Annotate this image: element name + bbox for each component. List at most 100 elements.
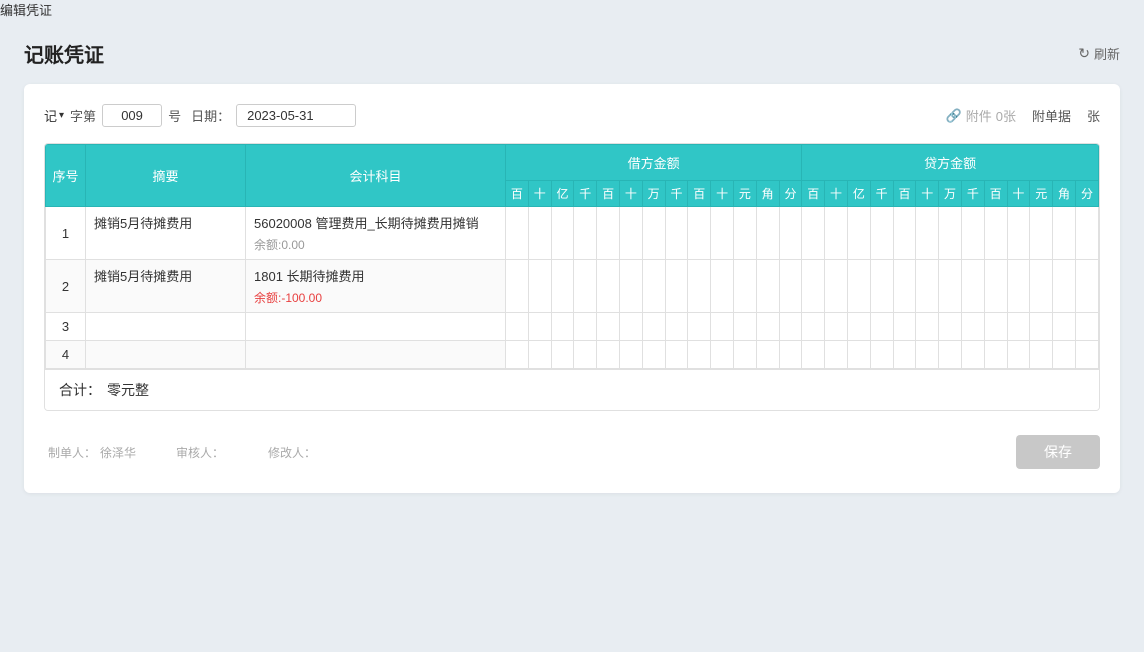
credit-digit-cell[interactable] [1053,313,1076,341]
credit-digit-cell[interactable] [916,313,939,341]
debit-digit-cell[interactable] [733,313,756,341]
credit-digit-cell[interactable] [1075,207,1098,260]
debit-digit-cell[interactable] [619,207,642,260]
debit-digit-cell[interactable] [528,313,551,341]
account-cell[interactable]: 56020008 管理费用_长期待摊费用摊销余额:0.00 [246,207,506,260]
debit-digit-cell[interactable] [551,260,574,313]
account-cell[interactable]: 1801 长期待摊费用余额:-100.00 [246,260,506,313]
debit-digit-cell[interactable] [619,313,642,341]
debit-digit-cell[interactable] [711,260,734,313]
credit-digit-cell[interactable] [1030,260,1053,313]
credit-digit-cell[interactable] [893,260,916,313]
debit-digit-cell[interactable] [711,207,734,260]
debit-digit-cell[interactable] [574,260,597,313]
credit-digit-cell[interactable] [1007,207,1030,260]
credit-digit-cell[interactable] [870,260,893,313]
credit-digit-cell[interactable] [870,341,893,369]
debit-digit-cell[interactable] [756,260,779,313]
credit-digit-cell[interactable] [870,313,893,341]
credit-digit-cell[interactable] [961,260,984,313]
credit-digit-cell[interactable] [893,207,916,260]
voucher-type-dropdown[interactable]: 记 ▾ [44,106,64,125]
credit-digit-cell[interactable] [1007,341,1030,369]
credit-digit-cell[interactable] [939,313,962,341]
credit-digit-cell[interactable] [916,341,939,369]
credit-digit-cell[interactable] [847,341,870,369]
account-cell[interactable] [246,341,506,369]
credit-digit-cell[interactable] [1053,260,1076,313]
debit-digit-cell[interactable] [551,207,574,260]
debit-digit-cell[interactable] [528,260,551,313]
credit-digit-cell[interactable] [984,207,1007,260]
credit-digit-cell[interactable] [802,207,825,260]
debit-digit-cell[interactable] [756,341,779,369]
table-row[interactable]: 4 [46,341,1099,369]
summary-cell[interactable]: 摊销5月待摊费用 [86,207,246,260]
credit-digit-cell[interactable] [825,260,848,313]
credit-digit-cell[interactable] [1075,260,1098,313]
summary-cell[interactable]: 摊销5月待摊费用 [86,260,246,313]
credit-digit-cell[interactable] [1030,313,1053,341]
debit-digit-cell[interactable] [551,313,574,341]
credit-digit-cell[interactable] [939,260,962,313]
credit-digit-cell[interactable] [802,260,825,313]
debit-digit-cell[interactable] [551,341,574,369]
debit-digit-cell[interactable] [574,341,597,369]
table-row[interactable]: 1摊销5月待摊费用56020008 管理费用_长期待摊费用摊销余额:0.00 [46,207,1099,260]
credit-digit-cell[interactable] [984,313,1007,341]
debit-digit-cell[interactable] [711,313,734,341]
credit-digit-cell[interactable] [961,207,984,260]
debit-digit-cell[interactable] [506,313,529,341]
debit-digit-cell[interactable] [574,207,597,260]
credit-digit-cell[interactable] [984,260,1007,313]
debit-digit-cell[interactable] [597,341,620,369]
debit-digit-cell[interactable] [619,260,642,313]
debit-digit-cell[interactable] [619,341,642,369]
debit-digit-cell[interactable] [665,341,688,369]
credit-digit-cell[interactable] [1030,207,1053,260]
debit-digit-cell[interactable] [665,313,688,341]
credit-digit-cell[interactable] [893,341,916,369]
credit-digit-cell[interactable] [1007,260,1030,313]
credit-digit-cell[interactable] [984,341,1007,369]
debit-digit-cell[interactable] [528,341,551,369]
debit-digit-cell[interactable] [733,341,756,369]
credit-digit-cell[interactable] [1075,341,1098,369]
credit-digit-cell[interactable] [847,313,870,341]
debit-digit-cell[interactable] [506,341,529,369]
credit-digit-cell[interactable] [802,341,825,369]
debit-digit-cell[interactable] [642,260,665,313]
debit-digit-cell[interactable] [779,341,802,369]
credit-digit-cell[interactable] [1075,313,1098,341]
credit-digit-cell[interactable] [916,207,939,260]
debit-digit-cell[interactable] [665,260,688,313]
debit-digit-cell[interactable] [756,313,779,341]
credit-digit-cell[interactable] [847,260,870,313]
debit-digit-cell[interactable] [711,341,734,369]
credit-digit-cell[interactable] [939,341,962,369]
single-doc-label[interactable]: 附单据 [1032,106,1071,125]
credit-digit-cell[interactable] [870,207,893,260]
debit-digit-cell[interactable] [688,260,711,313]
debit-digit-cell[interactable] [642,341,665,369]
account-cell[interactable] [246,313,506,341]
debit-digit-cell[interactable] [688,341,711,369]
credit-digit-cell[interactable] [893,313,916,341]
credit-digit-cell[interactable] [802,313,825,341]
debit-digit-cell[interactable] [779,313,802,341]
table-row[interactable]: 3 [46,313,1099,341]
debit-digit-cell[interactable] [574,313,597,341]
credit-digit-cell[interactable] [825,207,848,260]
attachment-link[interactable]: 🔗 附件 0张 [946,106,1016,125]
debit-digit-cell[interactable] [733,207,756,260]
debit-digit-cell[interactable] [733,260,756,313]
debit-digit-cell[interactable] [597,207,620,260]
debit-digit-cell[interactable] [688,207,711,260]
debit-digit-cell[interactable] [779,207,802,260]
credit-digit-cell[interactable] [1053,207,1076,260]
credit-digit-cell[interactable] [1007,313,1030,341]
credit-digit-cell[interactable] [847,207,870,260]
debit-digit-cell[interactable] [642,207,665,260]
credit-digit-cell[interactable] [825,341,848,369]
date-input[interactable] [236,104,356,127]
